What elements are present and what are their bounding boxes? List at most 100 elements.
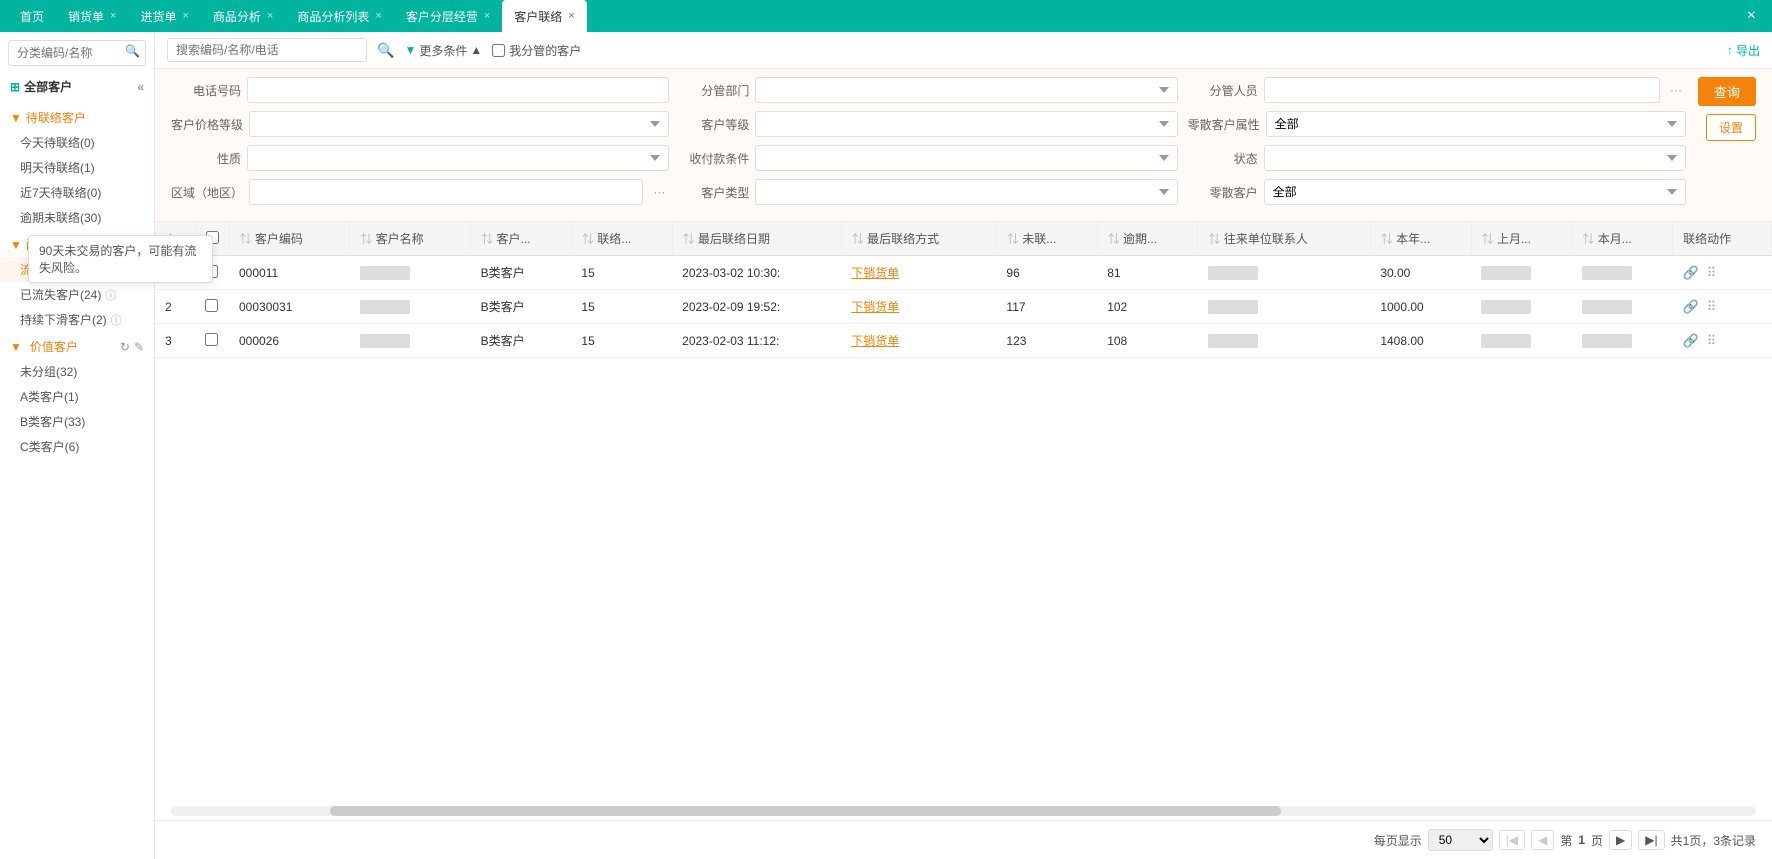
sidebar-group-pending[interactable]: ▼ 待联络客户 bbox=[0, 103, 154, 130]
region-input[interactable] bbox=[249, 179, 643, 205]
first-page-btn[interactable]: |◀ bbox=[1499, 830, 1525, 850]
row3-type: B类客户 bbox=[471, 324, 572, 358]
retail-customer-select[interactable]: 全部 bbox=[1264, 179, 1686, 205]
row2-select[interactable] bbox=[205, 299, 218, 312]
row1-link-icon[interactable]: 🔗 bbox=[1683, 265, 1699, 281]
sidebar-item-b-class[interactable]: B类客户(33) bbox=[0, 409, 154, 434]
settings-button[interactable]: 设置 bbox=[1706, 114, 1756, 141]
row3-select[interactable] bbox=[205, 333, 218, 346]
my-customers-checkbox[interactable] bbox=[492, 44, 505, 57]
tab-sales[interactable]: 销货单 × bbox=[56, 0, 128, 32]
window-close-button[interactable]: × bbox=[1739, 7, 1764, 25]
query-button[interactable]: 查询 bbox=[1698, 77, 1756, 106]
filter-search-button[interactable]: 🔍 bbox=[377, 42, 394, 59]
filter-icon: ▼ bbox=[404, 43, 416, 57]
tab-purchase[interactable]: 进货单 × bbox=[128, 0, 200, 32]
th-action: 联络动作 bbox=[1673, 222, 1772, 256]
scrollbar-thumb[interactable] bbox=[330, 806, 1281, 816]
row3-action: 🔗 ⠿ bbox=[1673, 324, 1772, 358]
price-level-select[interactable] bbox=[249, 111, 669, 137]
th-type: ⇅ 客户... bbox=[471, 222, 572, 256]
row1-this-month bbox=[1572, 256, 1673, 290]
sidebar-collapse-icon[interactable]: « bbox=[137, 80, 144, 94]
tab-customer-link[interactable]: 客户联络 × bbox=[502, 0, 586, 32]
tab-close-purchase[interactable]: × bbox=[182, 10, 188, 22]
customer-type-select[interactable] bbox=[755, 179, 1177, 205]
row3-this-month bbox=[1572, 324, 1673, 358]
sidebar-item-overdue[interactable]: 逾期未联络(30) bbox=[0, 205, 154, 230]
sidebar-item-week[interactable]: 近7天待联络(0) bbox=[0, 180, 154, 205]
region-dots[interactable]: ··· bbox=[649, 185, 669, 199]
tab-close-analysis[interactable]: × bbox=[267, 10, 273, 22]
row1-contact: 15 bbox=[571, 256, 672, 290]
manager-dots[interactable]: ··· bbox=[1666, 83, 1686, 97]
sidebar-all-customers[interactable]: ⊞ 全部客户 « bbox=[0, 70, 154, 103]
sidebar-group-value[interactable]: ▼ 价值客户 ↻ ✎ bbox=[0, 332, 154, 359]
manager-input[interactable] bbox=[1264, 77, 1660, 103]
payment-select[interactable] bbox=[755, 145, 1177, 171]
filter-nature: 性质 bbox=[171, 145, 669, 171]
row2-code: 00030031 bbox=[229, 290, 350, 324]
row3-link-icon[interactable]: 🔗 bbox=[1683, 333, 1699, 349]
sort-icon: ⇅ bbox=[1582, 232, 1594, 246]
pagination-bar: 每页显示 50 100 200 |◀ ◀ 第 1 页 ▶ ▶| 共1页，3条记录 bbox=[155, 820, 1772, 859]
sidebar-item-today[interactable]: 今天待联络(0) bbox=[0, 130, 154, 155]
next-page-btn[interactable]: ▶ bbox=[1609, 830, 1632, 850]
tab-analysis-list[interactable]: 商品分析列表 × bbox=[285, 0, 393, 32]
row3-this-year: 1408.00 bbox=[1370, 324, 1471, 358]
tab-home[interactable]: 首页 bbox=[8, 0, 56, 32]
nature-select[interactable] bbox=[247, 145, 669, 171]
horizontal-scrollbar[interactable] bbox=[171, 806, 1756, 816]
page-size-select[interactable]: 50 100 200 bbox=[1428, 829, 1493, 851]
row2-last-way[interactable]: 下销货单 bbox=[841, 290, 996, 324]
sidebar-item-unsorted[interactable]: 未分组(32) bbox=[0, 359, 154, 384]
my-customers-checkbox-label[interactable]: 我分管的客户 bbox=[492, 42, 581, 59]
customer-level-select[interactable] bbox=[755, 111, 1177, 137]
tab-close-customer-tier[interactable]: × bbox=[484, 10, 490, 22]
dept-select[interactable] bbox=[755, 77, 1177, 103]
tab-close-analysis-list[interactable]: × bbox=[375, 10, 381, 22]
sidebar-item-tomorrow[interactable]: 明天待联络(1) bbox=[0, 155, 154, 180]
value-edit-icon[interactable]: ✎ bbox=[134, 340, 144, 354]
sort-icon: ⇅ bbox=[683, 232, 695, 246]
row1-no-contact: 96 bbox=[996, 256, 1097, 290]
row1-more-icon[interactable]: ⠿ bbox=[1707, 265, 1717, 281]
row2-last-month bbox=[1471, 290, 1572, 324]
page-size-label: 每页显示 bbox=[1374, 832, 1422, 849]
filter-row-2: 客户价格等级 客户等级 零散客户属性 全部 bbox=[171, 111, 1686, 137]
row3-more-icon[interactable]: ⠿ bbox=[1707, 333, 1717, 349]
tab-close-customer-link[interactable]: × bbox=[568, 10, 574, 22]
row2-link-icon[interactable]: 🔗 bbox=[1683, 299, 1699, 315]
churn-arrow-icon: ▼ bbox=[10, 238, 22, 252]
tab-close-sales[interactable]: × bbox=[110, 10, 116, 22]
sort-icon: ⇅ bbox=[852, 232, 864, 246]
filter-dept: 分管部门 bbox=[679, 77, 1177, 103]
filter-retail-attr: 零散客户属性 全部 bbox=[1188, 111, 1686, 137]
filter-price-level: 客户价格等级 bbox=[171, 111, 669, 137]
chevron-up-icon: ▲ bbox=[470, 43, 482, 57]
sidebar-item-churned[interactable]: 已流失客户(24) ⓘ bbox=[0, 282, 154, 307]
tab-customer-tier[interactable]: 客户分层经营 × bbox=[394, 0, 502, 32]
row3-last-way[interactable]: 下销货单 bbox=[841, 324, 996, 358]
sidebar-item-a-class[interactable]: A类客户(1) bbox=[0, 384, 154, 409]
export-button[interactable]: ↑ 导出 bbox=[1727, 42, 1760, 59]
phone-label: 电话号码 bbox=[171, 82, 241, 99]
last-page-btn[interactable]: ▶| bbox=[1638, 830, 1664, 850]
tab-analysis[interactable]: 商品分析 × bbox=[201, 0, 285, 32]
prev-page-btn[interactable]: ◀ bbox=[1531, 830, 1554, 850]
filter-more-btn[interactable]: ▼ 更多条件 ▲ bbox=[404, 42, 482, 59]
row1-last-way[interactable]: 下销货单 bbox=[841, 256, 996, 290]
sidebar-item-declining[interactable]: 持续下滑客户(2) ⓘ bbox=[0, 307, 154, 332]
phone-input[interactable] bbox=[247, 77, 669, 103]
filter-payment: 收付款条件 bbox=[679, 145, 1177, 171]
row3-no-contact: 123 bbox=[996, 324, 1097, 358]
status-select[interactable] bbox=[1264, 145, 1686, 171]
sidebar-item-c-class[interactable]: C类客户(6) bbox=[0, 434, 154, 459]
retail-attr-select[interactable]: 全部 bbox=[1266, 111, 1686, 137]
value-refresh-icon[interactable]: ↻ bbox=[120, 340, 130, 354]
row2-contact-person bbox=[1198, 290, 1370, 324]
table-header-row: ⚙ ⇅ 客户编码 ⇅ 客户名称 bbox=[155, 222, 1772, 256]
value-arrow-icon: ▼ bbox=[10, 340, 22, 354]
row2-more-icon[interactable]: ⠿ bbox=[1707, 299, 1717, 315]
filter-search-input[interactable] bbox=[167, 38, 367, 62]
